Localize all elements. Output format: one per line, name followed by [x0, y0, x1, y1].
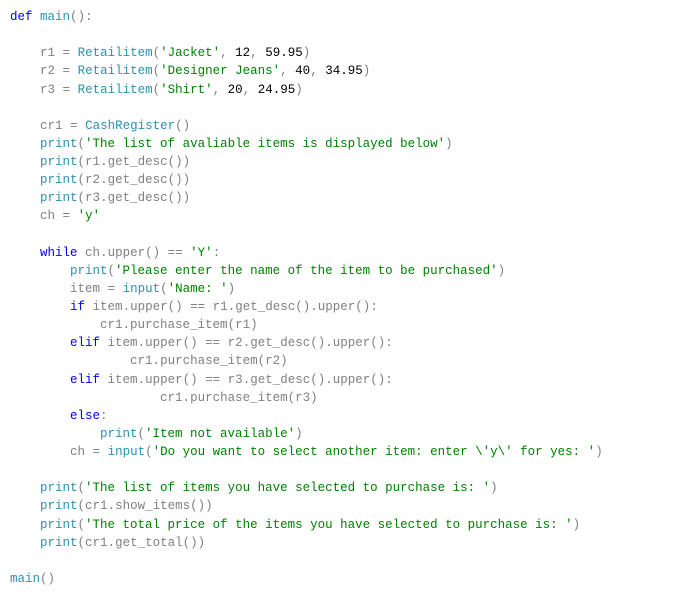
code-block: def main(): r1 = Retailitem('Jacket', 12…	[10, 8, 668, 588]
fn-main: main	[40, 10, 70, 24]
kw-def: def	[10, 10, 33, 24]
